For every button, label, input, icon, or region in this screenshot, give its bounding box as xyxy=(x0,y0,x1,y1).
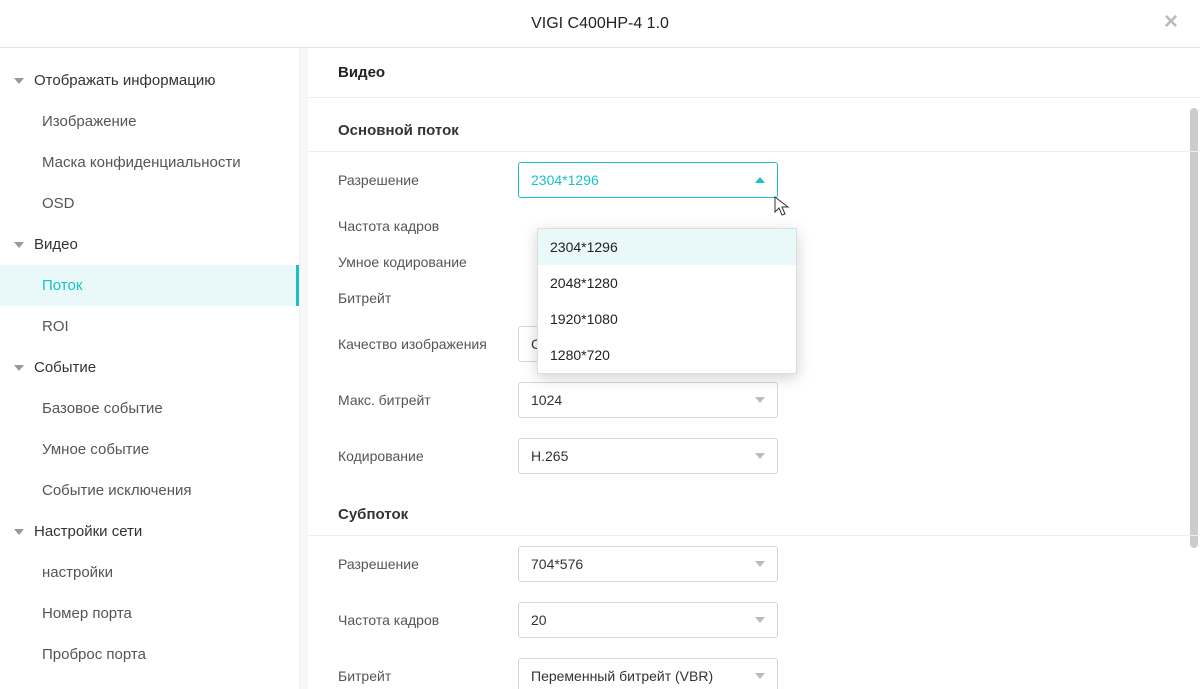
dropdown-option[interactable]: 2048*1280 xyxy=(538,265,796,301)
sidebar-item-image[interactable]: Изображение xyxy=(0,101,299,142)
label-sub-resolution: Разрешение xyxy=(338,556,518,572)
dropdown-option[interactable]: 1280*720 xyxy=(538,337,796,373)
select-sub-bitrate[interactable]: Переменный битрейт (VBR) xyxy=(518,658,778,689)
chevron-down-icon xyxy=(755,673,765,679)
main-body: Основной поток Разрешение 2304*1296 Част… xyxy=(308,100,1200,689)
select-value: 2304*1296 xyxy=(531,172,599,188)
sidebar-group-network[interactable]: Настройки сети xyxy=(0,511,299,552)
section-main-stream: Основной поток xyxy=(308,100,1200,152)
page-title: Видео xyxy=(308,48,1200,98)
label-resolution: Разрешение xyxy=(338,172,518,188)
sidebar-item-roi[interactable]: ROI xyxy=(0,306,299,347)
row-sub-resolution: Разрешение 704*576 xyxy=(308,536,1200,592)
dropdown-resolution: 2304*1296 2048*1280 1920*1080 1280*720 xyxy=(537,228,797,374)
select-sub-framerate[interactable]: 20 xyxy=(518,602,778,638)
select-value: 20 xyxy=(531,612,547,628)
chevron-down-icon xyxy=(755,561,765,567)
sidebar-item-basic-event[interactable]: Базовое событие xyxy=(0,388,299,429)
sidebar-item-port[interactable]: Номер порта xyxy=(0,593,299,634)
label-smart-encoding: Умное кодирование xyxy=(338,254,518,270)
select-sub-resolution[interactable]: 704*576 xyxy=(518,546,778,582)
sidebar-item-privacy-mask[interactable]: Маска конфиденциальности xyxy=(0,142,299,183)
row-max-bitrate: Макс. битрейт 1024 xyxy=(308,372,1200,428)
sidebar-group-video[interactable]: Видео xyxy=(0,224,299,265)
sidebar: Отображать информацию Изображение Маска … xyxy=(0,48,300,689)
sidebar-group-label: Настройки сети xyxy=(34,523,142,540)
chevron-down-icon xyxy=(14,242,24,248)
window-title: VIGI C400HP-4 1.0 xyxy=(531,15,669,33)
chevron-down-icon xyxy=(14,78,24,84)
titlebar: VIGI C400HP-4 1.0 × xyxy=(0,0,1200,48)
select-value: 704*576 xyxy=(531,556,583,572)
chevron-down-icon xyxy=(755,397,765,403)
label-encoding: Кодирование xyxy=(338,448,518,464)
label-framerate: Частота кадров xyxy=(338,218,518,234)
chevron-down-icon xyxy=(755,617,765,623)
label-bitrate: Битрейт xyxy=(338,290,518,306)
label-max-bitrate: Макс. битрейт xyxy=(338,392,518,408)
select-resolution[interactable]: 2304*1296 xyxy=(518,162,778,198)
sidebar-item-smart-event[interactable]: Умное событие xyxy=(0,429,299,470)
close-icon[interactable]: × xyxy=(1164,10,1178,34)
sidebar-group-label: Видео xyxy=(34,236,78,253)
label-sub-framerate: Частота кадров xyxy=(338,612,518,628)
row-resolution: Разрешение 2304*1296 xyxy=(308,152,1200,208)
sidebar-group-label: Событие xyxy=(34,359,96,376)
label-quality: Качество изображения xyxy=(338,336,518,352)
row-sub-bitrate: Битрейт Переменный битрейт (VBR) xyxy=(308,648,1200,689)
dropdown-option[interactable]: 1920*1080 xyxy=(538,301,796,337)
label-sub-bitrate: Битрейт xyxy=(338,668,518,684)
sidebar-item-settings[interactable]: настройки xyxy=(0,552,299,593)
select-value: Переменный битрейт (VBR) xyxy=(531,668,713,684)
row-sub-framerate: Частота кадров 20 xyxy=(308,592,1200,648)
sidebar-group-event[interactable]: Событие xyxy=(0,347,299,388)
select-encoding[interactable]: H.265 xyxy=(518,438,778,474)
sidebar-item-port-forward[interactable]: Проброс порта xyxy=(0,634,299,675)
select-value: 1024 xyxy=(531,392,562,408)
sidebar-item-stream[interactable]: Поток xyxy=(0,265,299,306)
sidebar-item-exception-event[interactable]: Событие исключения xyxy=(0,470,299,511)
dropdown-option[interactable]: 2304*1296 xyxy=(538,229,796,265)
sidebar-group-display[interactable]: Отображать информацию xyxy=(0,60,299,101)
chevron-up-icon xyxy=(755,177,765,183)
section-sub-stream: Субпоток xyxy=(308,484,1200,536)
sidebar-group-label: Отображать информацию xyxy=(34,72,215,89)
chevron-down-icon xyxy=(755,453,765,459)
select-value: H.265 xyxy=(531,448,568,464)
row-encoding: Кодирование H.265 xyxy=(308,428,1200,484)
select-max-bitrate[interactable]: 1024 xyxy=(518,382,778,418)
chevron-down-icon xyxy=(14,365,24,371)
sidebar-item-osd[interactable]: OSD xyxy=(0,183,299,224)
chevron-down-icon xyxy=(14,529,24,535)
